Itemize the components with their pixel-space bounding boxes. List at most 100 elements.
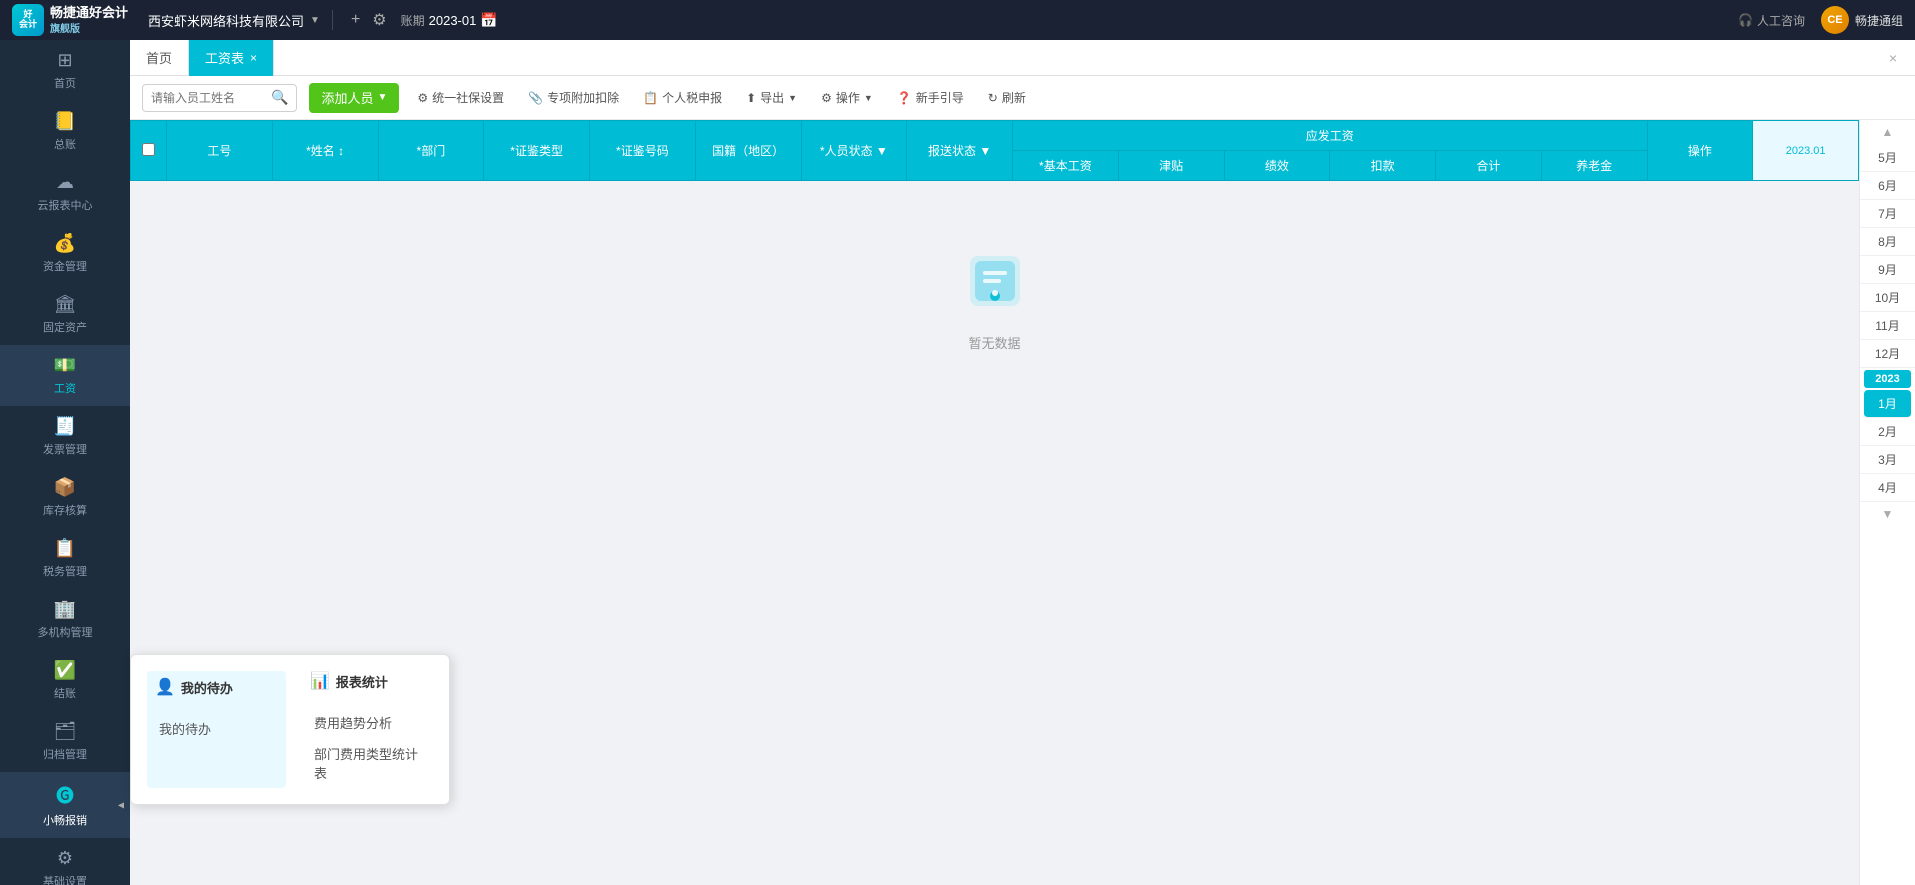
date-item-10[interactable]: 10月 [1860,284,1915,312]
date-item-4[interactable]: 4月 [1860,474,1915,502]
export-label: 导出 [760,89,784,106]
submenu-popup: 👤 我的待办 我的待办 📊 报表统计 费用趋势分析 部门费用类型统计表 [130,654,450,805]
add-button[interactable]: + [351,11,360,29]
operation-arrow-icon: ▼ [864,93,873,103]
toolbar: 🔍 添加人员 ▼ ⚙ 统一社保设置 📎 专项附加扣除 📋 个人税申报 [130,76,1915,120]
ops-header: 操作 [1647,121,1753,181]
close-all-button[interactable]: × [1881,50,1905,66]
tab-home[interactable]: 首页 [130,40,189,76]
export-action[interactable]: ⬆ 导出 ▼ [740,89,803,106]
operation-action[interactable]: ⚙ 操作 ▼ [815,89,879,106]
sidebar-item-salary[interactable]: 💵 工资 [0,345,130,406]
sidebar-item-cloud-report[interactable]: ☁ 云报表中心 [0,162,130,223]
id-type-header: *证鉴类型 [484,121,590,181]
year-month-header: 2023.01 [1753,121,1859,181]
date-item-7[interactable]: 7月 [1860,200,1915,228]
report-section-icon: 📊 [310,671,330,691]
social-insurance-action[interactable]: ⚙ 统一社保设置 [411,89,510,106]
date-scroll-up[interactable]: ▲ [1860,120,1915,144]
sidebar-label-xiaochang: 小畅报销 [43,812,87,828]
sidebar-item-archive[interactable]: 🗂 归档管理 [0,711,130,772]
guide-action[interactable]: ❓ 新手引导 [891,89,970,106]
date-item-12[interactable]: 12月 [1860,340,1915,368]
logo-text-area: 畅捷通好会计 旗舰版 [50,5,128,36]
calendar-icon[interactable]: 📅 [480,12,497,29]
sidebar-item-invoice[interactable]: 🧾 发票管理 [0,406,130,467]
sidebar-label-inventory: 库存核算 [43,502,87,518]
sidebar-label-cloud-report: 云报表中心 [38,197,93,213]
refresh-icon: ↻ [988,91,998,105]
sidebar-label-fund: 资金管理 [43,258,87,274]
add-person-button[interactable]: 添加人员 ▼ [309,83,399,113]
sidebar-item-home[interactable]: ⊞ 首页 [0,40,130,101]
personal-tax-icon: 📋 [643,91,658,105]
salary-group-header: 应发工资 [1013,121,1648,151]
date-item-2[interactable]: 2月 [1860,418,1915,446]
tax-icon: 📋 [54,538,76,559]
date-item-11[interactable]: 11月 [1860,312,1915,340]
operation-label: 操作 [836,89,860,106]
name-header: *姓名 ↕ [272,121,378,181]
top-bar: 好会计 畅捷通好会计 旗舰版 西安虾米网络科技有限公司 ▼ + ⚙ 账期 202… [0,0,1915,40]
submenu-title-todo-label: 我的待办 [181,678,233,697]
status-header: *人员状态 ▼ [801,121,907,181]
todo-section-icon: 👤 [155,677,175,697]
sidebar-item-settlement[interactable]: ✅ 结账 [0,650,130,711]
search-input[interactable] [151,91,271,105]
date-item-6[interactable]: 6月 [1860,172,1915,200]
fixed-assets-icon: 🏛 [54,294,77,315]
date-item-5[interactable]: 5月 [1860,144,1915,172]
sidebar-item-inventory[interactable]: 📦 库存核算 [0,467,130,528]
sidebar-item-fund[interactable]: 💰 资金管理 [0,223,130,284]
right-date-panel: ▲ 5月 6月 7月 8月 9月 10月 11月 12月 2023 1月 2月 … [1859,120,1915,885]
id-header: 工号 [167,121,273,181]
submenu-title-report: 📊 报表统计 [310,671,433,697]
period-label: 账期 [401,12,425,29]
pension-header: 养老金 [1541,151,1647,181]
avatar-initials: CE [1827,14,1842,26]
company-selector[interactable]: 西安虾米网络科技有限公司 ▼ [148,11,320,30]
date-item-1[interactable]: 1月 [1864,390,1911,418]
date-item-3[interactable]: 3月 [1860,446,1915,474]
tab-salary-close[interactable]: × [250,51,257,65]
user-area[interactable]: CE 畅捷通组 [1821,6,1903,34]
add-btn-label: 添加人员 [321,88,373,107]
personal-tax-action[interactable]: 📋 个人税申报 [637,89,728,106]
home-icon: ⊞ [57,50,72,71]
submenu-item-my-todo[interactable]: 我的待办 [155,713,278,744]
guide-action-icon: ❓ [897,91,912,105]
submenu-item-expense-trend[interactable]: 费用趋势分析 [310,707,433,738]
submenu-arrow-icon: ◀ [118,801,124,810]
service-button[interactable]: 🎧 人工咨询 [1738,12,1805,29]
submenu-item-dept-expense[interactable]: 部门费用类型统计表 [310,738,433,788]
empty-text: 暂无数据 [968,333,1020,352]
sidebar-item-fixed-assets[interactable]: 🏛 固定资产 [0,284,130,345]
settings-button[interactable]: ⚙ [372,10,386,30]
date-item-9[interactable]: 9月 [1860,256,1915,284]
select-all-checkbox[interactable] [142,143,155,156]
period-value: 2023-01 [429,13,477,28]
search-wrap: 🔍 [142,84,297,112]
social-insurance-icon: ⚙ [417,91,428,105]
sidebar-label-archive: 归档管理 [43,746,87,762]
submenu-col-todo: 👤 我的待办 我的待办 [147,671,286,788]
sidebar-item-ledger[interactable]: 📒 总账 [0,101,130,162]
sidebar-label-salary: 工资 [54,380,76,396]
fund-icon: 💰 [54,233,76,254]
invoice-icon: 🧾 [54,416,76,437]
refresh-action[interactable]: ↻ 刷新 [982,89,1032,106]
tab-salary[interactable]: 工资表 × [189,40,274,76]
operation-icon: ⚙ [821,91,832,105]
export-arrow-icon: ▼ [788,93,797,103]
search-icon: 🔍 [271,89,288,106]
basic-icon: ⚙ [57,848,73,869]
date-scroll-down[interactable]: ▼ [1860,502,1915,526]
checkbox-header[interactable] [131,121,167,181]
submenu-title-report-label: 报表统计 [336,672,388,691]
sidebar-item-tax[interactable]: 📋 税务管理 [0,528,130,589]
date-item-8[interactable]: 8月 [1860,228,1915,256]
sidebar-item-multi-org[interactable]: 🏢 多机构管理 [0,589,130,650]
sidebar-item-basic[interactable]: ⚙ 基础设置 [0,838,130,885]
special-deduction-action[interactable]: 📎 专项附加扣除 [522,89,625,106]
sidebar-item-xiaochang[interactable]: 🅖 小畅报销 ◀ [0,772,130,838]
